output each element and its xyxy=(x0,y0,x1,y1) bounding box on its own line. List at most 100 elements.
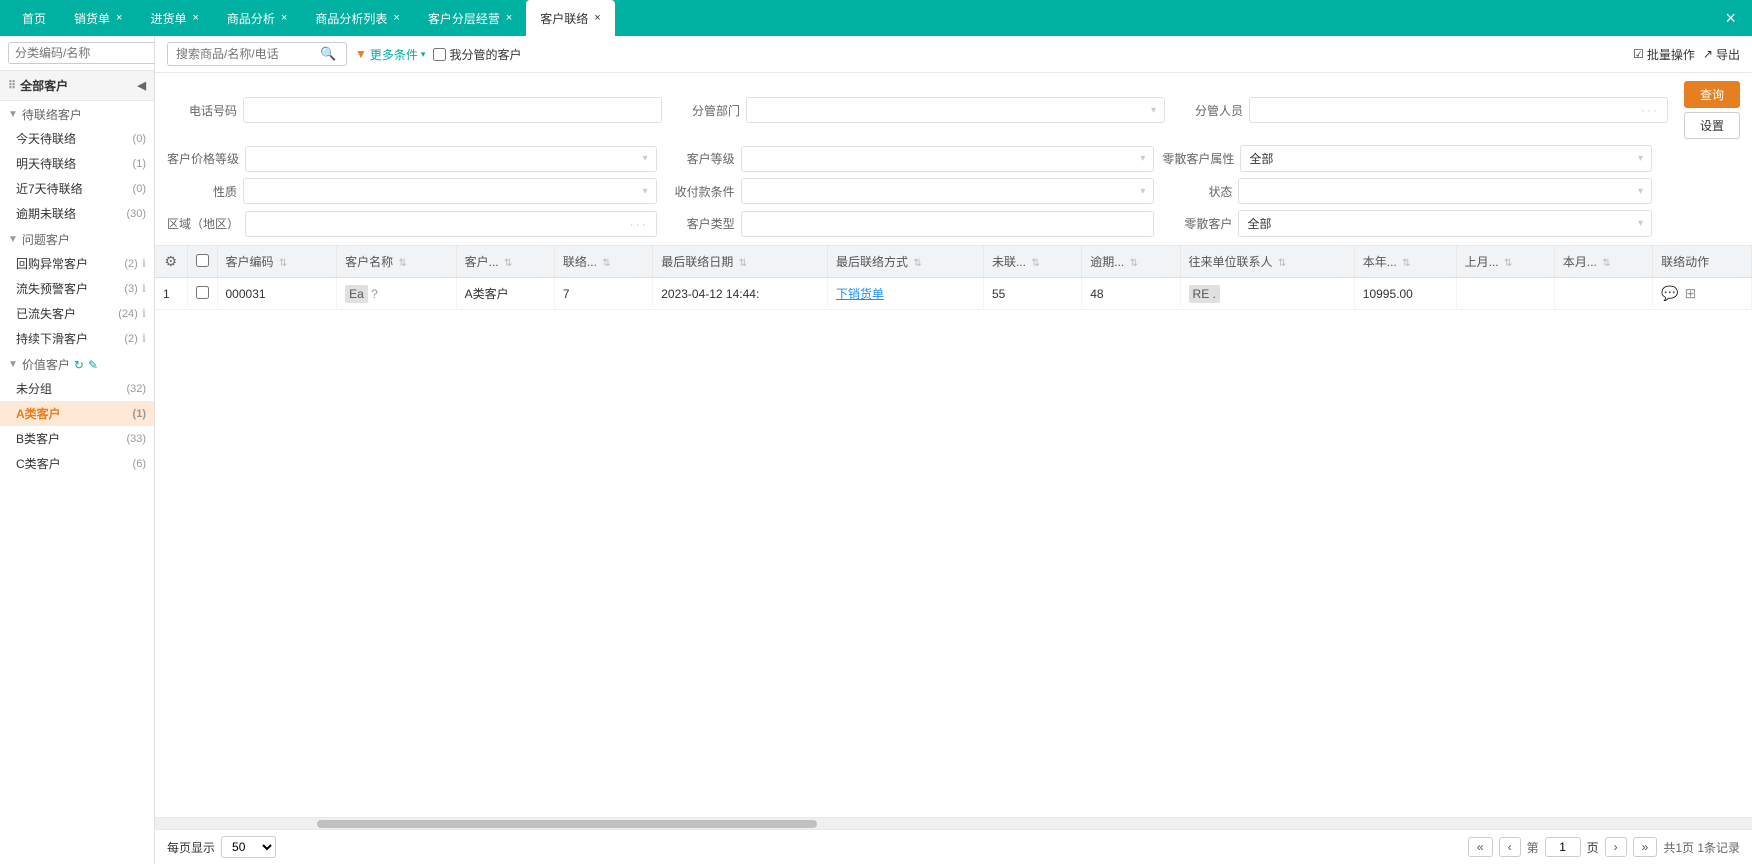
uncontacted-days: 55 xyxy=(992,287,1005,301)
nav-sales-close[interactable]: × xyxy=(116,12,122,24)
sidebar-item-declining[interactable]: 持续下滑客户 (2) ℹ xyxy=(0,326,154,351)
h-scroll-thumb[interactable] xyxy=(317,820,817,828)
th-checkbox[interactable] xyxy=(187,246,217,278)
nav-sales[interactable]: 销货单 × xyxy=(60,0,136,36)
filter-status-select[interactable]: ▾ xyxy=(1238,178,1652,204)
last-page-btn[interactable]: » xyxy=(1633,837,1658,857)
sidebar-item-churn-warning-count: (3) xyxy=(124,283,137,295)
filter-payment-select[interactable]: ▾ xyxy=(741,178,1155,204)
filter-search-icon[interactable]: 🔍 xyxy=(320,46,336,62)
nav-purchase-close[interactable]: × xyxy=(192,12,198,24)
td-last-month xyxy=(1456,278,1554,310)
th-unit-contact[interactable]: 往来单位联系人 ⇅ xyxy=(1180,246,1354,278)
nav-analysis[interactable]: 商品分析 × xyxy=(213,0,301,36)
close-all-button[interactable]: × xyxy=(1717,8,1744,29)
sidebar-search-input[interactable] xyxy=(8,42,155,64)
horizontal-scrollbar[interactable] xyxy=(155,817,1752,829)
pending-group-header[interactable]: ▼ 待联络客户 xyxy=(0,101,154,126)
th-contact[interactable]: 联络... ⇅ xyxy=(554,246,652,278)
chat-action-icon[interactable]: 💬 xyxy=(1661,285,1678,302)
overdue-days: 48 xyxy=(1090,287,1103,301)
filter-scatter-select[interactable]: 全部 ▾ xyxy=(1238,210,1652,237)
filter-nature-select[interactable]: ▾ xyxy=(243,178,657,204)
page-input[interactable] xyxy=(1545,837,1581,857)
settings-button[interactable]: 设置 xyxy=(1684,112,1740,139)
sort-icon-last-method: ⇅ xyxy=(913,258,921,269)
filter-phone-input[interactable] xyxy=(243,97,662,123)
nav-customer-contact[interactable]: 客户联络 × xyxy=(526,0,614,36)
filter-customer-type-input[interactable] xyxy=(741,211,1155,237)
all-customers-header[interactable]: ⠿ 全部客户 ◀ xyxy=(0,71,154,101)
th-code[interactable]: 客户编码 ⇅ xyxy=(217,246,337,278)
problem-group-header[interactable]: ▼ 问题客户 xyxy=(0,226,154,251)
filter-customer-level: 客户等级 ▾ xyxy=(665,146,1155,172)
th-this-year[interactable]: 本年... ⇅ xyxy=(1354,246,1456,278)
next-page-btn[interactable]: › xyxy=(1605,837,1627,857)
query-button[interactable]: 查询 xyxy=(1684,81,1740,108)
sidebar-item-class-c[interactable]: C类客户 (6) xyxy=(0,451,154,476)
th-overdue[interactable]: 逾期... ⇅ xyxy=(1082,246,1180,278)
sidebar-item-overdue[interactable]: 逾期未联络 (30) xyxy=(0,201,154,226)
filter-customer-level-select[interactable]: ▾ xyxy=(741,146,1155,172)
sidebar-item-class-b[interactable]: B类客户 (33) xyxy=(0,426,154,451)
my-customers-checkbox[interactable]: 我分管的客户 xyxy=(433,46,521,63)
my-customers-checkbox-input[interactable] xyxy=(433,48,446,61)
sort-icon-last-date: ⇅ xyxy=(739,258,747,269)
filter-price-level-select[interactable]: ▾ xyxy=(245,146,657,172)
th-uncontacted[interactable]: 未联... ⇅ xyxy=(983,246,1081,278)
td-checkbox[interactable] xyxy=(187,278,217,310)
filter-scatter: 零散客户 全部 ▾ xyxy=(1162,210,1652,237)
th-category[interactable]: 客户... ⇅ xyxy=(456,246,554,278)
filter-customer-type: 客户类型 xyxy=(665,211,1155,237)
row-checkbox[interactable] xyxy=(196,286,209,299)
nav-analysis-list-close[interactable]: × xyxy=(393,12,399,24)
filter-dept-select[interactable]: ▾ xyxy=(746,97,1165,123)
nav-analysis-close[interactable]: × xyxy=(281,12,287,24)
nav-customer-segment-close[interactable]: × xyxy=(506,12,512,24)
info-icon-repurchase: ℹ xyxy=(142,257,146,270)
sidebar-item-today[interactable]: 今天待联络 (0) xyxy=(0,126,154,151)
nav-customer-segment-label: 客户分层经营 xyxy=(428,10,500,27)
table-area: ⚙ 客户编码 ⇅ 客户名称 ⇅ xyxy=(155,246,1752,817)
last-method-link[interactable]: 下销货单 xyxy=(836,287,884,301)
value-group-header[interactable]: ▼ 价值客户 ↻ ✎ xyxy=(0,351,154,376)
sidebar-item-class-a[interactable]: A类客户 (1) xyxy=(0,401,154,426)
filter-region-select[interactable]: ··· xyxy=(245,211,657,237)
th-last-date[interactable]: 最后联络日期 ⇅ xyxy=(653,246,828,278)
nav-customer-contact-close[interactable]: × xyxy=(594,12,600,24)
customer-code: 000031 xyxy=(226,287,266,301)
sidebar-item-repurchase[interactable]: 回购异常客户 (2) ℹ xyxy=(0,251,154,276)
bottom-bar: 每页显示 20 50 100 200 « ‹ 第 页 › » 共1页 1条记录 xyxy=(155,829,1752,864)
sidebar-collapse-btn[interactable]: ◀ xyxy=(138,79,146,92)
th-this-month[interactable]: 本月... ⇅ xyxy=(1554,246,1652,278)
th-name[interactable]: 客户名称 ⇅ xyxy=(337,246,457,278)
th-last-month[interactable]: 上月... ⇅ xyxy=(1456,246,1554,278)
nav-home[interactable]: 首页 xyxy=(8,0,60,36)
filter-manager-input[interactable]: ··· xyxy=(1249,97,1668,123)
value-group-edit-icon[interactable]: ✎ xyxy=(88,358,98,372)
batch-ops-btn[interactable]: ☑ 批量操作 xyxy=(1633,46,1695,63)
th-action-label: 联络动作 xyxy=(1661,255,1709,269)
value-group-refresh-icon[interactable]: ↻ xyxy=(74,358,84,372)
qr-action-icon[interactable]: ⊞ xyxy=(1685,285,1697,302)
th-last-method[interactable]: 最后联络方式 ⇅ xyxy=(827,246,983,278)
filter-search-input[interactable] xyxy=(176,47,316,61)
filter-scatter-attr-select[interactable]: 全部 ▾ xyxy=(1240,145,1652,172)
sidebar-item-churned[interactable]: 已流失客户 (24) ℹ xyxy=(0,301,154,326)
export-btn[interactable]: ↗ 导出 xyxy=(1703,46,1740,63)
nav-analysis-list[interactable]: 商品分析列表 × xyxy=(301,0,413,36)
page-size-select[interactable]: 20 50 100 200 xyxy=(221,836,276,858)
sidebar-item-tomorrow[interactable]: 明天待联络 (1) xyxy=(0,151,154,176)
first-page-btn[interactable]: « xyxy=(1468,837,1493,857)
sidebar-item-churn-warning[interactable]: 流失预警客户 (3) ℹ xyxy=(0,276,154,301)
prev-page-btn[interactable]: ‹ xyxy=(1499,837,1521,857)
gear-icon[interactable]: ⚙ xyxy=(164,253,177,269)
nav-customer-segment[interactable]: 客户分层经营 × xyxy=(414,0,526,36)
sidebar-item-unclassified[interactable]: 未分组 (32) xyxy=(0,376,154,401)
filter-more-btn[interactable]: ▼ 更多条件 ▾ xyxy=(355,46,425,63)
th-gear[interactable]: ⚙ xyxy=(155,246,187,278)
nav-purchase[interactable]: 进货单 × xyxy=(136,0,212,36)
select-all-checkbox[interactable] xyxy=(196,254,209,267)
sidebar-item-7days[interactable]: 近7天待联络 (0) xyxy=(0,176,154,201)
table-row: 1 000031 Ea ? A类客户 xyxy=(155,278,1752,310)
